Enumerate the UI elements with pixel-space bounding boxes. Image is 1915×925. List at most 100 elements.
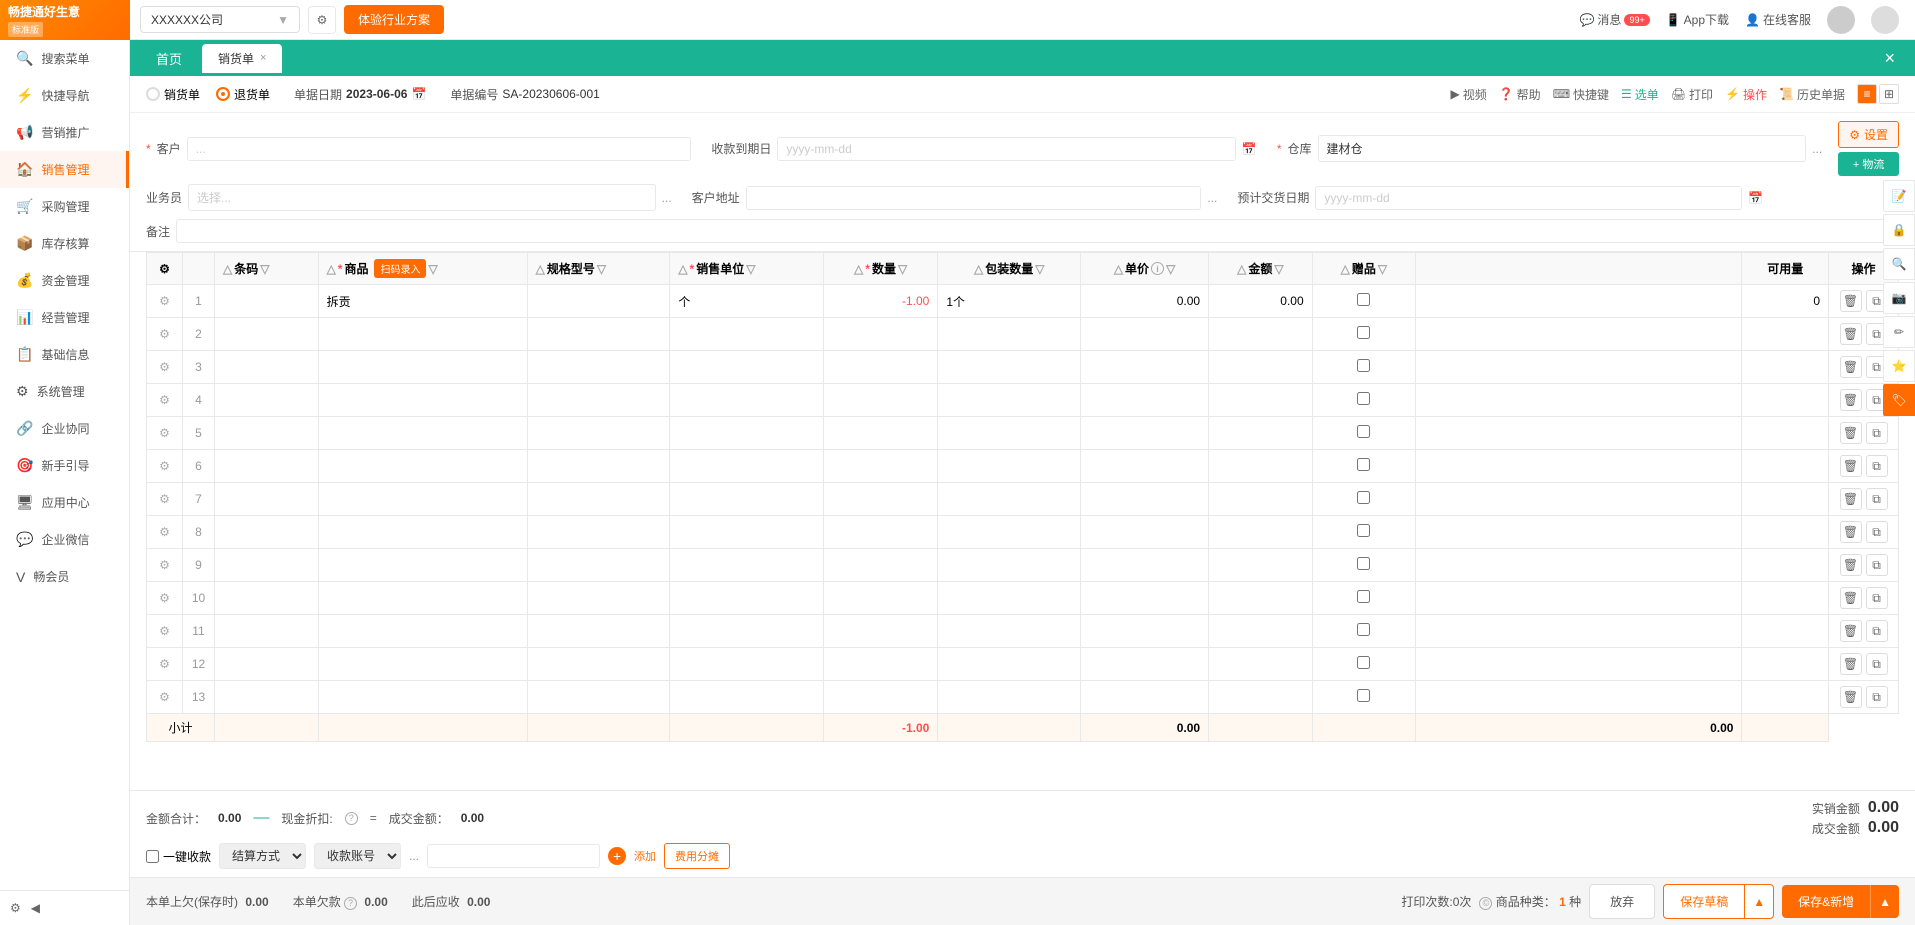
row-gift-checkbox[interactable]: [1357, 458, 1370, 471]
row-price-cell[interactable]: [1081, 483, 1209, 516]
payment-due-input[interactable]: yyyy-mm-dd: [777, 137, 1235, 161]
row-unit-cell[interactable]: [670, 351, 824, 384]
sidebar-item-guide[interactable]: 🎯 新手引导: [0, 447, 129, 484]
right-tool-1[interactable]: 📝: [1883, 180, 1915, 212]
sidebar-item-member[interactable]: V 畅会员: [0, 558, 129, 595]
row-barcode-cell[interactable]: [215, 648, 319, 681]
row-delete-button[interactable]: 🗑: [1840, 488, 1862, 510]
row-gift-cell[interactable]: [1312, 681, 1416, 714]
row-gift-checkbox[interactable]: [1357, 425, 1370, 438]
row-barcode-cell[interactable]: [215, 582, 319, 615]
save-new-chevron-button[interactable]: ▲: [1870, 885, 1899, 918]
tab-sale-order[interactable]: 销货单 ×: [202, 44, 282, 73]
row-barcode-cell[interactable]: [215, 549, 319, 582]
row-barcode-cell[interactable]: [215, 417, 319, 450]
th-settings[interactable]: ⚙: [147, 253, 183, 285]
row-product-cell[interactable]: [318, 516, 527, 549]
row-packqty-cell[interactable]: [938, 516, 1081, 549]
trial-button[interactable]: 体验行业方案: [344, 5, 444, 34]
row-unit-cell[interactable]: [670, 516, 824, 549]
customer-input[interactable]: ...: [187, 137, 692, 161]
remark-input[interactable]: [176, 219, 1899, 243]
row-spec-cell[interactable]: [527, 681, 670, 714]
amount-input[interactable]: [427, 844, 600, 868]
row-delete-button[interactable]: 🗑: [1840, 422, 1862, 444]
row-settings-cell[interactable]: ⚙: [147, 483, 183, 516]
row-settings-icon[interactable]: ⚙: [159, 690, 170, 704]
row-packqty-cell[interactable]: [938, 681, 1081, 714]
sidebar-item-operation[interactable]: 📊 经营管理: [0, 299, 129, 336]
row-barcode-cell[interactable]: [215, 516, 319, 549]
row-gift-cell[interactable]: [1312, 417, 1416, 450]
row-packqty-cell[interactable]: [938, 450, 1081, 483]
account-select[interactable]: 收款账号: [314, 843, 401, 869]
row-barcode-cell[interactable]: [215, 681, 319, 714]
row-price-cell[interactable]: [1081, 582, 1209, 615]
row-price-cell[interactable]: [1081, 648, 1209, 681]
row-settings-icon[interactable]: ⚙: [159, 525, 170, 539]
select-action[interactable]: ☰ 选单: [1621, 86, 1659, 103]
sidebar-item-search[interactable]: 🔍 搜索菜单: [0, 40, 129, 77]
sidebar-collapse-icon[interactable]: ◀: [31, 901, 40, 915]
row-gift-checkbox[interactable]: [1357, 359, 1370, 372]
delivery-date-input[interactable]: yyyy-mm-dd: [1315, 186, 1742, 210]
sidebar-item-collab[interactable]: 🔗 企业协同: [0, 410, 129, 447]
row-amount-cell[interactable]: [1209, 351, 1313, 384]
row-qty-cell[interactable]: [823, 384, 937, 417]
row-product-cell[interactable]: [318, 318, 527, 351]
row-spec-cell[interactable]: [527, 351, 670, 384]
salesperson-input[interactable]: 选择...: [188, 184, 656, 211]
row-gift-cell[interactable]: [1312, 351, 1416, 384]
row-settings-icon[interactable]: ⚙: [159, 591, 170, 605]
print-action[interactable]: 🖨 打印: [1671, 86, 1713, 103]
row-qty-cell[interactable]: [823, 318, 937, 351]
row-settings-icon[interactable]: ⚙: [159, 657, 170, 671]
row-gift-checkbox[interactable]: [1357, 293, 1370, 306]
scan-button[interactable]: 扫码录入: [374, 259, 426, 278]
row-amount-cell[interactable]: [1209, 648, 1313, 681]
row-amount-cell[interactable]: [1209, 483, 1313, 516]
row-qty-cell[interactable]: [823, 615, 937, 648]
row-settings-cell[interactable]: ⚙: [147, 582, 183, 615]
sidebar-item-base[interactable]: 📋 基础信息: [0, 336, 129, 373]
row-settings-icon[interactable]: ⚙: [159, 327, 170, 341]
row-product-cell[interactable]: [318, 582, 527, 615]
row-settings-cell[interactable]: ⚙: [147, 384, 183, 417]
app-download-action[interactable]: 📱 App下载: [1666, 11, 1729, 28]
row-spec-cell[interactable]: [527, 615, 670, 648]
row-gift-checkbox[interactable]: [1357, 524, 1370, 537]
row-packqty-cell[interactable]: [938, 582, 1081, 615]
row-settings-cell[interactable]: ⚙: [147, 681, 183, 714]
row-unit-cell[interactable]: [670, 483, 824, 516]
row-amount-cell[interactable]: [1209, 384, 1313, 417]
table-settings-icon[interactable]: ⚙: [159, 262, 170, 276]
row-delete-button[interactable]: 🗑: [1840, 521, 1862, 543]
right-tool-2[interactable]: 🔒: [1883, 214, 1915, 246]
row-spec-cell[interactable]: [527, 384, 670, 417]
row-product-cell[interactable]: [318, 417, 527, 450]
tab-close-all-icon[interactable]: ×: [1874, 48, 1905, 69]
row-delete-button[interactable]: 🗑: [1840, 587, 1862, 609]
save-draft-chevron-button[interactable]: ▲: [1744, 884, 1774, 919]
row-price-cell[interactable]: [1081, 351, 1209, 384]
row-price-cell[interactable]: [1081, 615, 1209, 648]
row-barcode-cell[interactable]: [215, 450, 319, 483]
customer-addr-dots[interactable]: ...: [1207, 191, 1217, 205]
row-gift-cell[interactable]: [1312, 450, 1416, 483]
row-qty-cell[interactable]: [823, 681, 937, 714]
sidebar-item-system[interactable]: ⚙ 系统管理: [0, 373, 129, 410]
owe-info-icon[interactable]: ?: [344, 897, 357, 910]
tab-close-icon[interactable]: ×: [260, 52, 266, 64]
row-gift-checkbox[interactable]: [1357, 326, 1370, 339]
settings-button[interactable]: ⚙ 设置: [1838, 121, 1899, 148]
row-delete-button[interactable]: 🗑: [1840, 290, 1862, 312]
avatar-expand[interactable]: [1871, 6, 1899, 34]
row-unit-cell[interactable]: [670, 450, 824, 483]
row-settings-cell[interactable]: ⚙: [147, 318, 183, 351]
row-product-cell[interactable]: 拆贡: [318, 285, 527, 318]
row-packqty-cell[interactable]: 1个: [938, 285, 1081, 318]
row-packqty-cell[interactable]: [938, 648, 1081, 681]
row-spec-cell[interactable]: [527, 417, 670, 450]
row-settings-cell[interactable]: ⚙: [147, 648, 183, 681]
customer-addr-input[interactable]: [746, 186, 1202, 210]
